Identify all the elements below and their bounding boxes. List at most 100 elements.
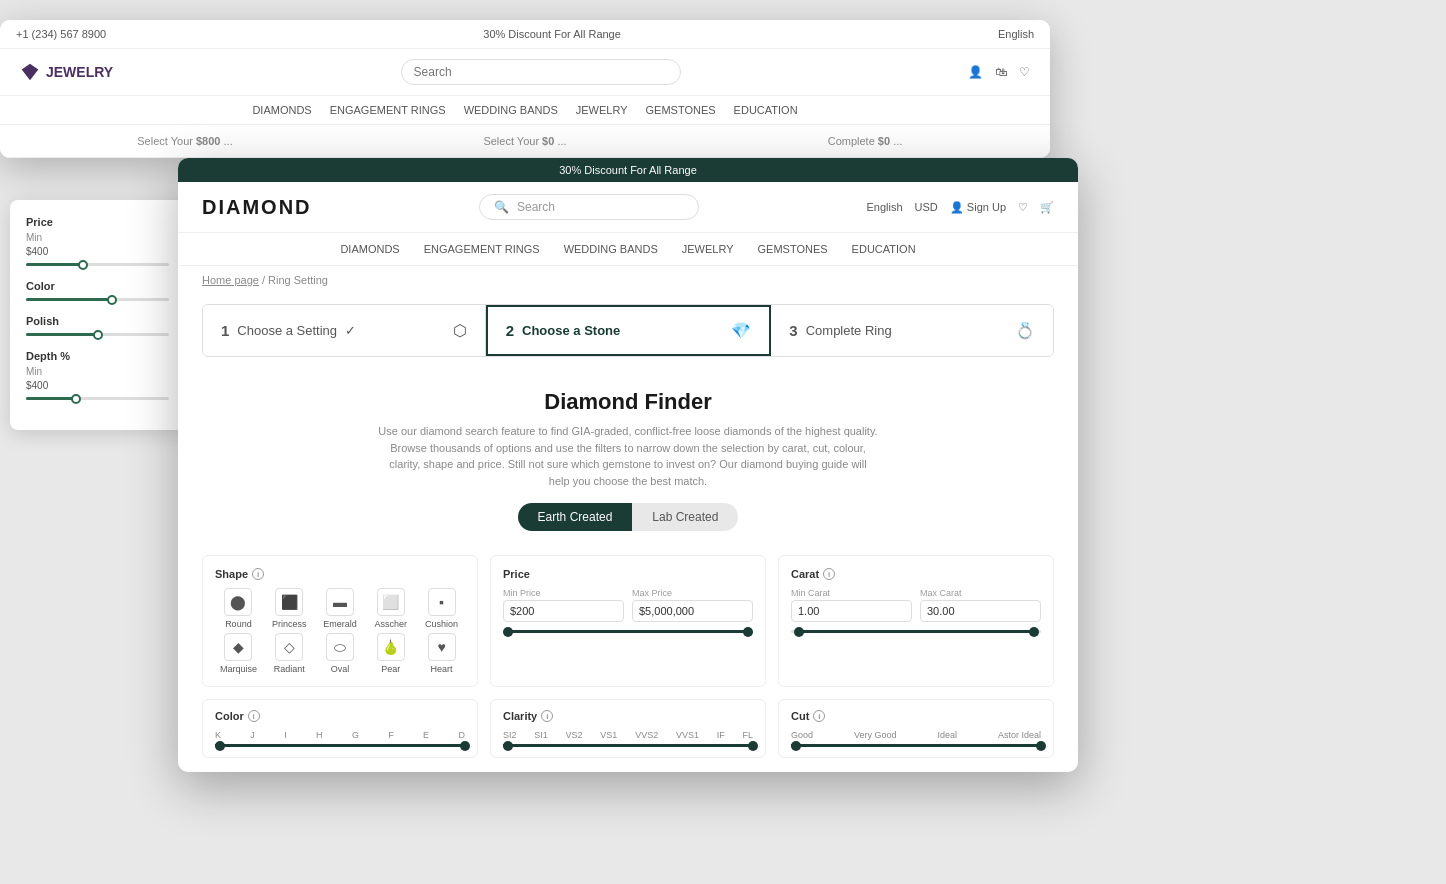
shape-pear[interactable]: 🍐 Pear xyxy=(367,633,414,674)
main-promo-bar: 30% Discount For All Range xyxy=(178,158,1078,182)
cut-info-icon[interactable]: i xyxy=(813,710,825,722)
carat-max-group: Max Carat xyxy=(920,588,1041,622)
shape-oval[interactable]: ⬭ Oval xyxy=(317,633,364,674)
signup-button[interactable]: 👤 Sign Up xyxy=(950,201,1006,214)
price-min-input[interactable] xyxy=(503,600,624,622)
color-label: Color xyxy=(26,280,169,292)
bg-cart-icon[interactable]: 🛍 xyxy=(995,65,1007,79)
step-1-num: 1 xyxy=(221,322,229,339)
nav-education[interactable]: EDUCATION xyxy=(852,243,916,255)
color-track[interactable] xyxy=(26,298,169,301)
shape-radiant-icon: ◇ xyxy=(275,633,303,661)
price-track-main[interactable] xyxy=(503,630,753,633)
shape-princess-icon: ⬛ xyxy=(275,588,303,616)
color-info-icon[interactable]: i xyxy=(248,710,260,722)
sidebar-panel: Price Min $400 Color Polish Depth % Min … xyxy=(10,200,185,430)
step-2-left: 2 Choose a Stone xyxy=(506,322,621,339)
price-max-group: Max Price xyxy=(632,588,753,622)
breadcrumb-home[interactable]: Home page xyxy=(202,274,259,286)
step-1-left: 1 Choose a Setting ✓ xyxy=(221,322,356,339)
bg-nav-diamonds[interactable]: DIAMONDS xyxy=(252,104,311,116)
step-1[interactable]: 1 Choose a Setting ✓ ⬡ xyxy=(203,305,486,356)
step-3[interactable]: 3 Complete Ring 💍 xyxy=(771,305,1053,356)
color-filter-box: Color i K J I H G F E D xyxy=(202,699,478,758)
color-filter-section: Color xyxy=(26,280,169,301)
diamond-finder-desc: Use our diamond search feature to find G… xyxy=(378,423,878,489)
shape-cushion[interactable]: ▪ Cushion xyxy=(418,588,465,629)
shape-info-icon[interactable]: i xyxy=(252,568,264,580)
toggle-earth[interactable]: Earth Created xyxy=(518,503,633,531)
bg-search[interactable] xyxy=(401,59,681,85)
steps-bar: 1 Choose a Setting ✓ ⬡ 2 Choose a Stone … xyxy=(202,304,1054,357)
step-1-label: Choose a Setting xyxy=(237,323,337,338)
bg-wishlist-icon[interactable]: ♡ xyxy=(1019,65,1030,79)
polish-track[interactable] xyxy=(26,333,169,336)
shape-radiant[interactable]: ◇ Radiant xyxy=(266,633,313,674)
step-3-num: 3 xyxy=(789,322,797,339)
bg-nav-gemstones[interactable]: GEMSTONES xyxy=(646,104,716,116)
bg-step-1: Select Your $800 ... xyxy=(20,135,350,147)
carat-min-input[interactable] xyxy=(791,600,912,622)
carat-info-icon[interactable]: i xyxy=(823,568,835,580)
main-window: 30% Discount For All Range DIAMOND 🔍 Sea… xyxy=(178,158,1078,772)
nav-diamonds[interactable]: DIAMONDS xyxy=(340,243,399,255)
cut-scale-track[interactable] xyxy=(791,744,1041,747)
diamond-toggle-group[interactable]: Earth Created Lab Created xyxy=(518,503,739,531)
price-filter-section: Price Min $400 xyxy=(26,216,169,266)
bg-nav-engagement[interactable]: ENGAGEMENT RINGS xyxy=(330,104,446,116)
carat-track-main[interactable] xyxy=(791,630,1041,633)
depth-track[interactable] xyxy=(26,397,169,400)
step-1-icon: ⬡ xyxy=(453,321,467,340)
bg-step-2: Select Your $0 ... xyxy=(360,135,690,147)
nav-engagement[interactable]: ENGAGEMENT RINGS xyxy=(424,243,540,255)
price-filter-box: Price Min Price Max Price xyxy=(490,555,766,687)
shape-round[interactable]: ⬤ Round xyxy=(215,588,262,629)
shape-marquise-icon: ◆ xyxy=(224,633,252,661)
step-3-icon: 💍 xyxy=(1015,321,1035,340)
clarity-scale-labels: SI2 SI1 VS2 VS1 VVS2 VVS1 IF FL xyxy=(503,730,753,740)
shape-heart[interactable]: ♥ Heart xyxy=(418,633,465,674)
color-scale-track[interactable] xyxy=(215,744,465,747)
search-placeholder: Search xyxy=(517,200,555,214)
cart-icon[interactable]: 🛒 xyxy=(1040,201,1054,214)
price-min-label: Min xyxy=(26,232,169,243)
bg-nav-jewelry[interactable]: JEWELRY xyxy=(576,104,628,116)
bg-lang: English xyxy=(998,28,1034,40)
main-header: DIAMOND 🔍 Search English USD 👤 Sign Up ♡… xyxy=(178,182,1078,233)
shape-asscher[interactable]: ⬜ Asscher xyxy=(367,588,414,629)
main-search-bar[interactable]: 🔍 Search xyxy=(479,194,699,220)
price-range-inputs: Min Price Max Price xyxy=(503,588,753,622)
step-1-check: ✓ xyxy=(345,323,356,338)
clarity-scale-track[interactable] xyxy=(503,744,753,747)
price-track[interactable] xyxy=(26,263,169,266)
nav-wedding[interactable]: WEDDING BANDS xyxy=(564,243,658,255)
clarity-info-icon[interactable]: i xyxy=(541,710,553,722)
bg-nav-education[interactable]: EDUCATION xyxy=(734,104,798,116)
shape-filter-title: Shape i xyxy=(215,568,465,580)
depth-min-value: $400 xyxy=(26,380,169,391)
carat-max-input[interactable] xyxy=(920,600,1041,622)
currency-selector[interactable]: USD xyxy=(915,201,938,213)
carat-min-label: Min Carat xyxy=(791,588,912,598)
carat-filter-title: Carat i xyxy=(791,568,1041,580)
toggle-lab[interactable]: Lab Created xyxy=(632,503,738,531)
breadcrumb: Home page / Ring Setting xyxy=(178,266,1078,294)
wishlist-icon[interactable]: ♡ xyxy=(1018,201,1028,214)
price-label: Price xyxy=(26,216,169,228)
nav-gemstones[interactable]: GEMSTONES xyxy=(758,243,828,255)
main-logo: DIAMOND xyxy=(202,196,312,219)
depth-label: Depth % xyxy=(26,350,169,362)
shape-emerald[interactable]: ▬ Emerald xyxy=(317,588,364,629)
nav-jewelry[interactable]: JEWELRY xyxy=(682,243,734,255)
bg-user-icon[interactable]: 👤 xyxy=(968,65,983,79)
lang-selector[interactable]: English xyxy=(866,201,902,213)
shape-marquise[interactable]: ◆ Marquise xyxy=(215,633,262,674)
price-filter-title: Price xyxy=(503,568,753,580)
bg-search-input[interactable] xyxy=(401,59,681,85)
step-2-num: 2 xyxy=(506,322,514,339)
price-max-input[interactable] xyxy=(632,600,753,622)
shape-princess[interactable]: ⬛ Princess xyxy=(266,588,313,629)
bg-nav-wedding[interactable]: WEDDING BANDS xyxy=(464,104,558,116)
price-min-label: Min Price xyxy=(503,588,624,598)
step-2[interactable]: 2 Choose a Stone 💎 xyxy=(486,305,772,356)
